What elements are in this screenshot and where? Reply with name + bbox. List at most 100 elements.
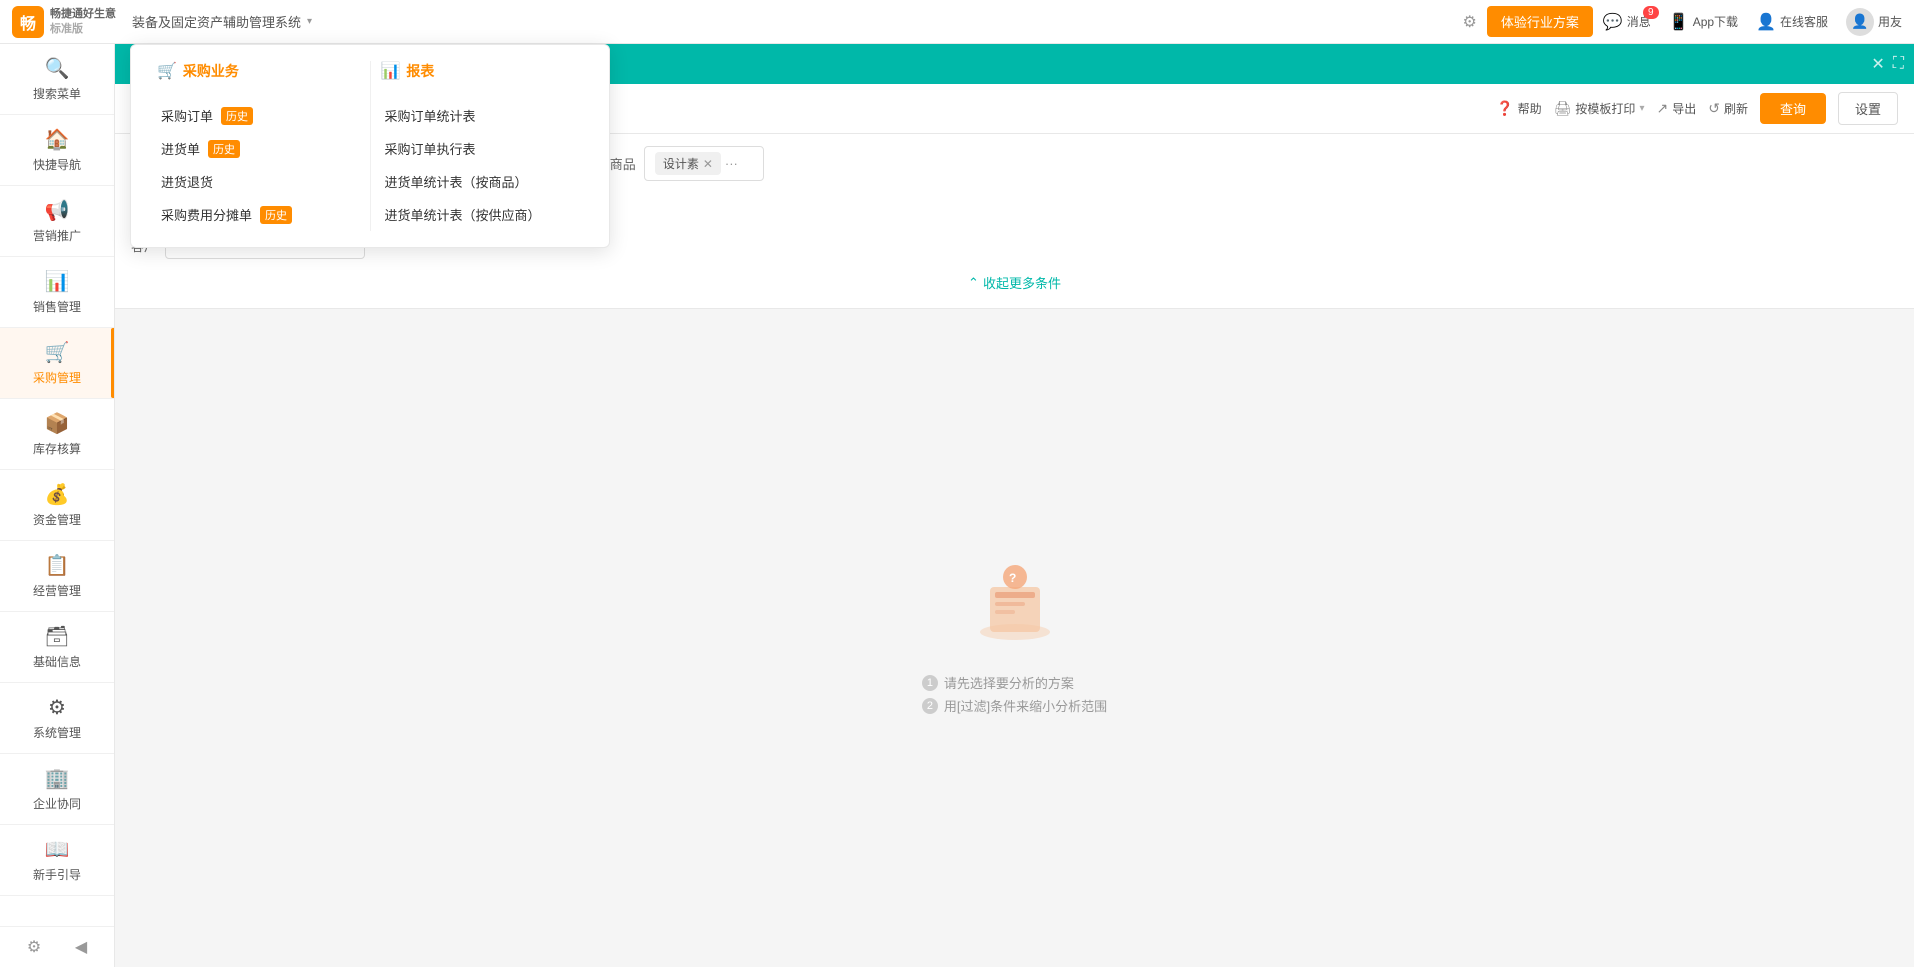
sidebar-item-operations[interactable]: 📋 经营管理	[0, 541, 114, 612]
purchase-receipt-label: 进货单	[161, 139, 200, 158]
system-dropdown-arrow[interactable]: ▾	[307, 16, 312, 27]
sidebar-item-marketing-label: 营销推广	[33, 227, 81, 244]
sidebar-item-search[interactable]: 🔍 搜索菜单	[0, 44, 114, 115]
receipt-stats-supplier-label: 进货单统计表（按供应商）	[385, 205, 541, 224]
print-btn[interactable]: 🖨 按模板打印 ▾	[1554, 100, 1645, 117]
order-exec-label: 采购订单执行表	[385, 139, 476, 158]
goods-ellipsis[interactable]: ···	[725, 156, 738, 171]
sidebar-item-guide[interactable]: 📖 新手引导	[0, 825, 114, 896]
print-icon: 🖨	[1554, 100, 1572, 117]
sidebar-item-purchase[interactable]: 🛒 采购管理	[0, 328, 114, 399]
sidebar-item-finance-label: 资金管理	[33, 511, 81, 528]
purchase-receipt-history-badge: 历史	[208, 140, 240, 158]
home-icon: 🏠	[45, 127, 70, 152]
sidebar-collapse-btn[interactable]: ◀	[75, 937, 87, 957]
help-label: 帮助	[1518, 100, 1542, 117]
tip-num-2: 2	[922, 698, 938, 714]
menu-item-purchase-return[interactable]: 进货退货	[157, 165, 360, 198]
sidebar-item-basic-label: 基础信息	[33, 653, 81, 670]
sidebar-item-sales[interactable]: 📊 销售管理	[0, 257, 114, 328]
menu-item-receipt-stats-goods[interactable]: 进货单统计表（按商品）	[381, 165, 584, 198]
purchase-expense-history-badge: 历史	[260, 206, 292, 224]
message-action[interactable]: 💬 消息 9	[1603, 12, 1651, 32]
sidebar-item-shortcut[interactable]: 🏠 快捷导航	[0, 115, 114, 186]
business-section-icon: 🛒	[157, 61, 177, 81]
goods-tag-close[interactable]: ✕	[703, 157, 713, 171]
sidebar-item-basic[interactable]: 🗃 基础信息	[0, 612, 114, 683]
settings-btn[interactable]: 设置	[1838, 92, 1898, 125]
tab-expand-icon[interactable]: ⛶	[1893, 55, 1904, 73]
user-action[interactable]: 👤 用友	[1846, 8, 1902, 36]
goods-filter-group: 商品 设计素 ✕ ···	[610, 146, 764, 181]
menu-column-report: 📊 报表 采购订单统计表 采购订单执行表 进货单统计表（按商品） 进货单统计表（…	[371, 61, 594, 231]
help-btn[interactable]: ❓ 帮助	[1496, 100, 1541, 117]
finance-icon: 💰	[45, 482, 70, 507]
goods-tag-text: 设计素	[663, 155, 699, 172]
menu-item-receipt-stats-supplier[interactable]: 进货单统计表（按供应商）	[381, 198, 584, 231]
business-section-label: 采购业务	[183, 61, 239, 81]
refresh-btn[interactable]: ↺ 刷新	[1708, 100, 1748, 117]
sidebar-settings-btn[interactable]: ⚙	[27, 937, 41, 957]
operations-icon: 📋	[45, 553, 70, 578]
collapse-btn[interactable]: ⌃ 收起更多条件	[131, 269, 1898, 296]
query-btn[interactable]: 查询	[1760, 93, 1826, 124]
message-icon: 💬	[1603, 12, 1623, 32]
order-stats-label: 采购订单统计表	[385, 106, 476, 125]
sidebar-item-system-label: 系统管理	[33, 724, 81, 741]
sidebar-item-enterprise[interactable]: 🏢 企业协同	[0, 754, 114, 825]
phone-icon: 📱	[1669, 12, 1689, 32]
avatar: 👤	[1846, 8, 1874, 36]
purchase-expense-label: 采购费用分摊单	[161, 205, 252, 224]
online-service-label: 在线客服	[1780, 13, 1828, 30]
goods-filter-input[interactable]: 设计素 ✕ ···	[644, 146, 764, 181]
goods-filter-label: 商品	[610, 154, 636, 173]
sidebar-item-guide-label: 新手引导	[33, 866, 81, 883]
empty-tips: 1 请先选择要分析的方案 2 用[过滤]条件来缩小分析范围	[922, 669, 1107, 719]
enterprise-icon: 🏢	[45, 766, 70, 791]
export-btn[interactable]: ↗ 导出	[1656, 100, 1696, 117]
basic-icon: 🗃	[44, 624, 69, 649]
menu-section-report-title: 📊 报表	[381, 61, 584, 87]
settings-icon[interactable]: ⚙	[1462, 12, 1476, 32]
sales-icon: 📊	[45, 269, 70, 294]
goods-tag: 设计素 ✕	[655, 152, 721, 175]
purchase-return-label: 进货退货	[161, 172, 213, 191]
system-icon: ⚙	[48, 695, 66, 720]
sidebar-item-search-label: 搜索菜单	[33, 85, 81, 102]
svg-text:?: ?	[1009, 571, 1016, 585]
industry-btn[interactable]: 体验行业方案	[1487, 6, 1593, 37]
sidebar-item-system[interactable]: ⚙ 系统管理	[0, 683, 114, 754]
menu-item-purchase-order[interactable]: 采购订单 历史	[157, 99, 360, 132]
export-icon: ↗	[1656, 100, 1668, 117]
print-dropdown-icon: ▾	[1639, 103, 1644, 114]
menu-item-purchase-receipt[interactable]: 进货单 历史	[157, 132, 360, 165]
empty-tip-2: 2 用[过滤]条件来缩小分析范围	[922, 696, 1107, 715]
collapse-icon: ⌃	[968, 275, 979, 291]
app-download-label: App下载	[1693, 13, 1738, 30]
refresh-label: 刷新	[1724, 100, 1748, 117]
sidebar-item-operations-label: 经营管理	[33, 582, 81, 599]
system-name-text: 装备及固定资产辅助管理系统	[132, 12, 301, 31]
tab-close-all-icon[interactable]: ✕	[1871, 54, 1884, 74]
message-badge: 9	[1643, 6, 1659, 19]
user-label: 用友	[1878, 13, 1902, 30]
app-download-action[interactable]: 📱 App下载	[1669, 12, 1738, 32]
logo-area: 畅 畅捷通好生意 标准版	[12, 6, 122, 38]
menu-item-purchase-expense[interactable]: 采购费用分摊单 历史	[157, 198, 360, 231]
sidebar-item-inventory[interactable]: 📦 库存核算	[0, 399, 114, 470]
report-section-label: 报表	[406, 61, 434, 81]
menu-item-order-stats[interactable]: 采购订单统计表	[381, 99, 584, 132]
sidebar: 🔍 搜索菜单 🏠 快捷导航 📢 营销推广 📊 销售管理 🛒 采购管理 📦 库存核…	[0, 44, 115, 967]
sidebar-item-finance[interactable]: 💰 资金管理	[0, 470, 114, 541]
logo-icon: 畅	[12, 6, 44, 38]
logo-text: 畅捷通好生意 标准版	[50, 7, 116, 36]
help-icon: ❓	[1496, 100, 1513, 117]
menu-item-order-exec[interactable]: 采购订单执行表	[381, 132, 584, 165]
export-label: 导出	[1672, 100, 1696, 117]
sidebar-item-marketing[interactable]: 📢 营销推广	[0, 186, 114, 257]
service-icon: 👤	[1756, 12, 1776, 32]
report-section-icon: 📊	[381, 61, 401, 81]
sidebar-item-sales-label: 销售管理	[33, 298, 81, 315]
sidebar-item-inventory-label: 库存核算	[33, 440, 81, 457]
online-service-action[interactable]: 👤 在线客服	[1756, 12, 1828, 32]
